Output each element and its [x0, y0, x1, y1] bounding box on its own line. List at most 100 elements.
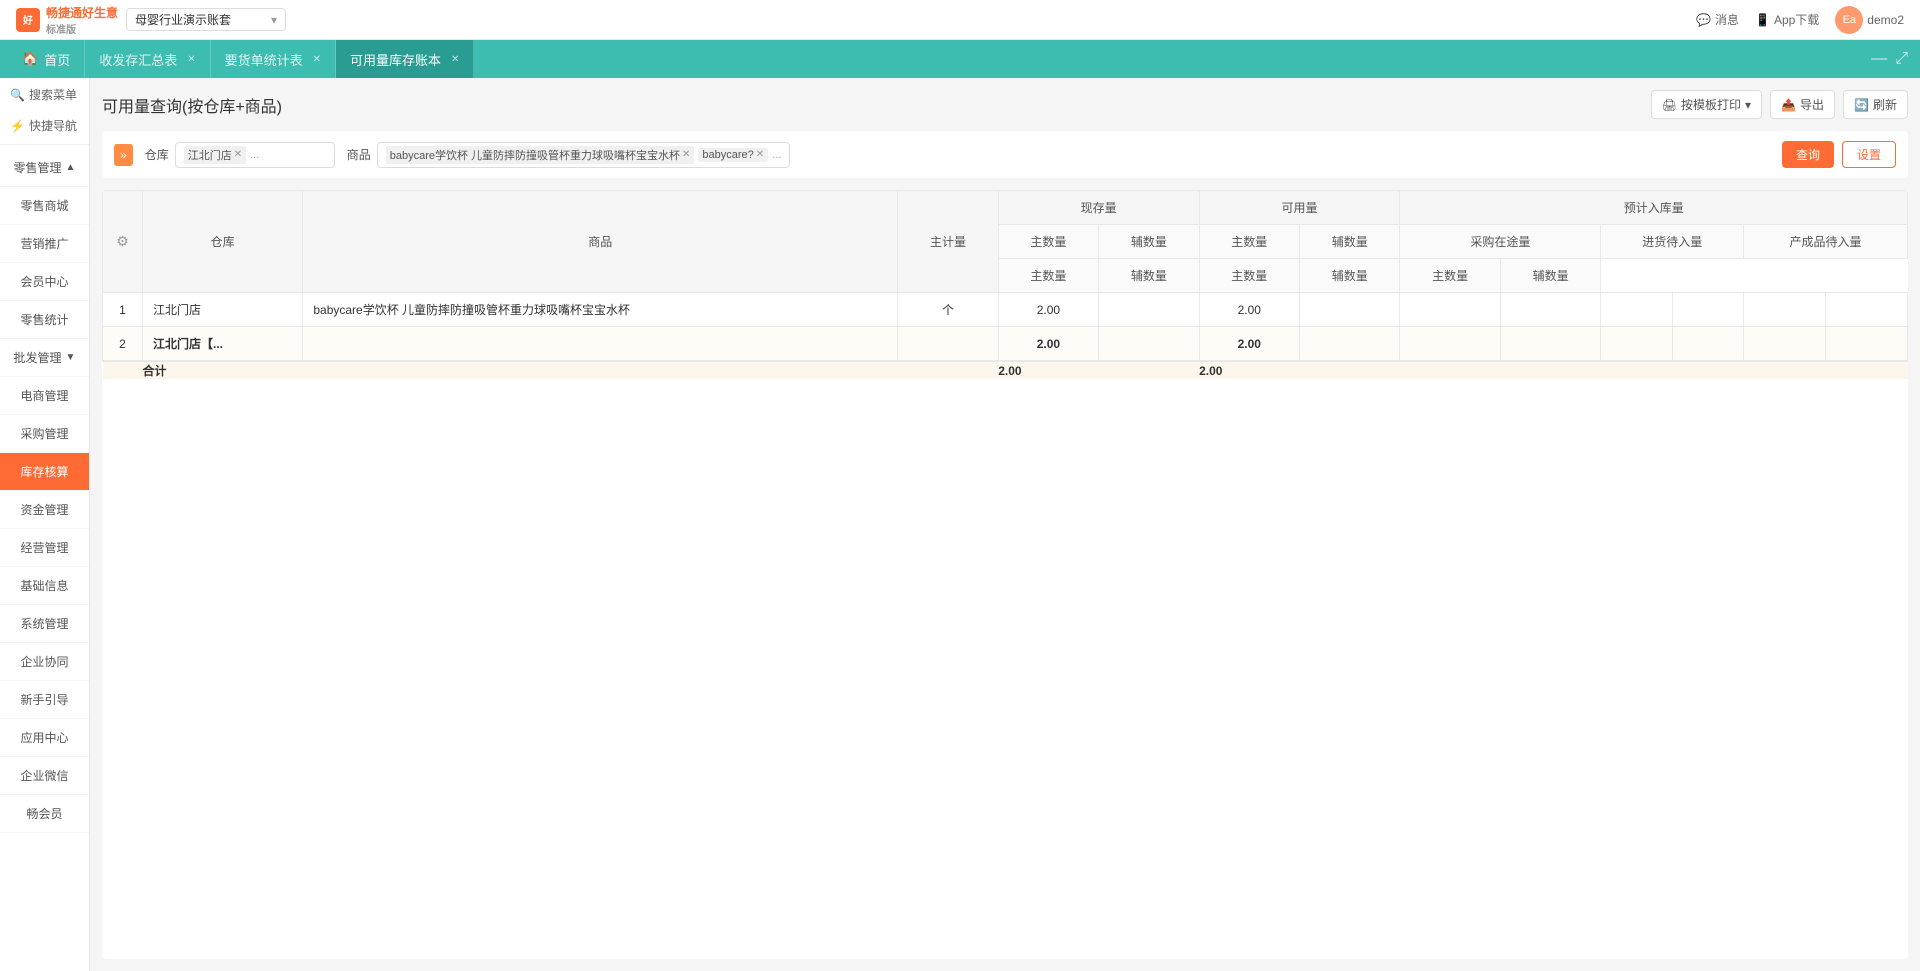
td-procurement-aux-1 — [1500, 293, 1600, 327]
td-unit-1: 个 — [898, 293, 998, 327]
td-incoming-main-2 — [1601, 327, 1672, 362]
tab-order-stats-close[interactable]: ✕ — [313, 54, 321, 65]
inventory-table: ⚙ 仓库 商品 主计量 现存量 可用量 预计入库量 主数量 辅数量 主数量 辅数… — [102, 190, 1908, 379]
sidebar-search[interactable]: 🔍 搜索菜单 — [0, 78, 89, 111]
refresh-icon: 🔄 — [1854, 98, 1869, 112]
tab-collection-summary-label: 收发存汇总表 — [99, 50, 177, 69]
chevron-down-icon: ▼ — [66, 352, 76, 363]
message-icon: 💬 — [1696, 13, 1711, 27]
query-btn[interactable]: 查询 — [1782, 141, 1834, 168]
gear-icon[interactable]: ⚙ — [116, 233, 129, 249]
fullscreen-btn[interactable]: ⤢ — [1895, 50, 1908, 68]
sidebar-item-enterprise-collab[interactable]: 企业协同 — [0, 643, 89, 681]
settings-btn[interactable]: 设置 — [1842, 141, 1896, 168]
table-row: 1 江北门店 babycare学饮杯 儿童防摔防撞吸管杯重力球吸嘴杯宝宝水杯 个… — [103, 293, 1908, 327]
th-stock: 现存量 — [998, 191, 1199, 225]
table-container: ⚙ 仓库 商品 主计量 现存量 可用量 预计入库量 主数量 辅数量 主数量 辅数… — [102, 190, 1908, 959]
page-title: 可用量查询(按仓库+商品) — [102, 93, 282, 117]
tab-home[interactable]: 🏠 首页 — [8, 40, 85, 78]
product-filter-more[interactable]: ... — [772, 149, 781, 161]
sidebar-item-inventory[interactable]: 库存核算 — [0, 453, 89, 491]
td-procurement-main-1 — [1400, 293, 1500, 327]
sidebar-item-basics[interactable]: 基础信息 — [0, 567, 89, 605]
logo-area: 好 畅捷通好生意 标准版 — [16, 4, 118, 36]
sidebar-item-app-center[interactable]: 应用中心 — [0, 719, 89, 757]
sidebar-item-finance[interactable]: 资金管理 — [0, 491, 89, 529]
sidebar-item-retail-stats[interactable]: 零售统计 — [0, 301, 89, 339]
tab-available-inventory-close[interactable]: ✕ — [451, 54, 459, 65]
sidebar-item-operations[interactable]: 经营管理 — [0, 529, 89, 567]
td-procurement-main-2 — [1400, 327, 1500, 362]
app-download-label: App下载 — [1774, 11, 1819, 28]
sidebar-item-wholesale-mgmt[interactable]: 批发管理 ▼ — [0, 339, 89, 377]
version-badge: 标准版 — [46, 21, 118, 36]
th-procurement-in-transit: 采购在途量 — [1400, 225, 1601, 259]
th-product: 商品 — [303, 191, 898, 293]
sidebar-divider-1 — [0, 144, 89, 145]
tab-available-inventory-label: 可用量库存账本 — [350, 50, 441, 69]
th-incoming-qty: 进货待入量 — [1601, 225, 1744, 259]
sidebar-item-marketing[interactable]: 营销推广 — [0, 225, 89, 263]
td-footer-f-main — [1744, 361, 1826, 379]
user-profile[interactable]: Ea demo2 — [1835, 6, 1904, 34]
td-footer-label: 合计 — [143, 361, 303, 379]
sidebar-quick-nav[interactable]: ⚡ 快捷导航 — [0, 111, 89, 140]
tab-order-stats[interactable]: 要货单统计表 ✕ — [211, 40, 336, 78]
nav-tab-actions: — ⤢ — [1859, 40, 1920, 78]
print-icon: 🖨 — [1662, 98, 1677, 112]
sidebar-item-system[interactable]: 系统管理 — [0, 605, 89, 643]
filter-expand-btn[interactable]: » — [114, 144, 133, 166]
tab-collection-summary[interactable]: 收发存汇总表 ✕ — [85, 40, 210, 78]
sidebar-item-member-center[interactable]: 会员中心 — [0, 263, 89, 301]
sidebar-item-retail-mgmt[interactable]: 零售管理 ▲ — [0, 149, 89, 187]
tab-collection-summary-close[interactable]: ✕ — [187, 54, 195, 65]
sidebar-item-purchase-mgmt-label: 采购管理 — [20, 425, 68, 442]
sidebar-item-basics-label: 基础信息 — [20, 577, 68, 594]
sidebar-item-enterprise-collab-label: 企业协同 — [20, 653, 68, 670]
th-settings: ⚙ — [103, 191, 143, 293]
warehouse-filter-more[interactable]: ... — [250, 149, 259, 161]
td-unit-2 — [898, 327, 998, 362]
td-footer-available-main: 2.00 — [1199, 361, 1299, 379]
app-download-btn[interactable]: 📱 App下载 — [1755, 11, 1819, 28]
product-tag-p2: babycare? ✕ — [698, 148, 768, 162]
sidebar-item-ecommerce[interactable]: 电商管理 — [0, 377, 89, 415]
refresh-label: 刷新 — [1873, 96, 1897, 113]
refresh-btn[interactable]: 🔄 刷新 — [1843, 90, 1908, 119]
sidebar-search-label: 搜索菜单 — [29, 86, 77, 103]
product-tag-p1-close[interactable]: ✕ — [682, 149, 690, 160]
table-header-row-1: ⚙ 仓库 商品 主计量 现存量 可用量 预计入库量 — [103, 191, 1908, 225]
sidebar-item-pro-member[interactable]: 畅会员 — [0, 795, 89, 833]
top-bar: 好 畅捷通好生意 标准版 母婴行业演示账套 ▾ 💬 消息 📱 App下载 Ea … — [0, 0, 1920, 40]
td-footer-f-aux — [1825, 361, 1907, 379]
warehouse-tag-close[interactable]: ✕ — [234, 149, 242, 160]
export-btn[interactable]: 📤 导出 — [1770, 90, 1835, 119]
sidebar-item-wholesale-mgmt-label: 批发管理 — [14, 349, 62, 366]
sidebar-item-purchase-mgmt[interactable]: 采购管理 — [0, 415, 89, 453]
table-footer-row: 合计 2.00 2.00 — [103, 361, 1908, 379]
sidebar-quick-nav-label: 快捷导航 — [29, 117, 77, 134]
avatar-initials: Ea — [1843, 14, 1856, 26]
sidebar-item-newbie-guide[interactable]: 新手引导 — [0, 681, 89, 719]
td-warehouse-2: 江北门店【... — [143, 327, 303, 362]
th-main-unit: 主计量 — [898, 191, 998, 293]
minimize-btn[interactable]: — — [1871, 50, 1887, 68]
account-selector[interactable]: 母婴行业演示账套 ▾ — [126, 8, 286, 31]
sidebar-item-retail-store[interactable]: 零售商城 — [0, 187, 89, 225]
sidebar-item-operations-label: 经营管理 — [20, 539, 68, 556]
product-tag-p2-close[interactable]: ✕ — [756, 149, 764, 160]
phone-icon: 📱 — [1755, 13, 1770, 27]
td-footer-p-aux — [1500, 361, 1600, 379]
sidebar: 🔍 搜索菜单 ⚡ 快捷导航 零售管理 ▲ 零售商城 营销推广 会员中心 零售统计… — [0, 78, 90, 971]
td-seq-1: 1 — [103, 293, 143, 327]
sidebar-item-member-center-label: 会员中心 — [20, 273, 68, 290]
td-finished-main-1 — [1744, 293, 1826, 327]
tab-available-inventory[interactable]: 可用量库存账本 ✕ — [336, 40, 474, 78]
message-btn[interactable]: 💬 消息 — [1696, 11, 1739, 28]
export-icon: 📤 — [1781, 98, 1796, 112]
warehouse-tag-container[interactable]: 江北门店 ✕ ... — [175, 142, 335, 168]
print-template-btn[interactable]: 🖨 按模板打印 ▾ — [1651, 90, 1762, 119]
td-footer-i-aux — [1672, 361, 1743, 379]
sidebar-item-enterprise-wechat[interactable]: 企业微信 — [0, 757, 89, 795]
product-tag-container[interactable]: babycare学饮杯 儿童防摔防撞吸管杯重力球吸嘴杯宝宝水杯 ✕ babyca… — [377, 142, 791, 168]
